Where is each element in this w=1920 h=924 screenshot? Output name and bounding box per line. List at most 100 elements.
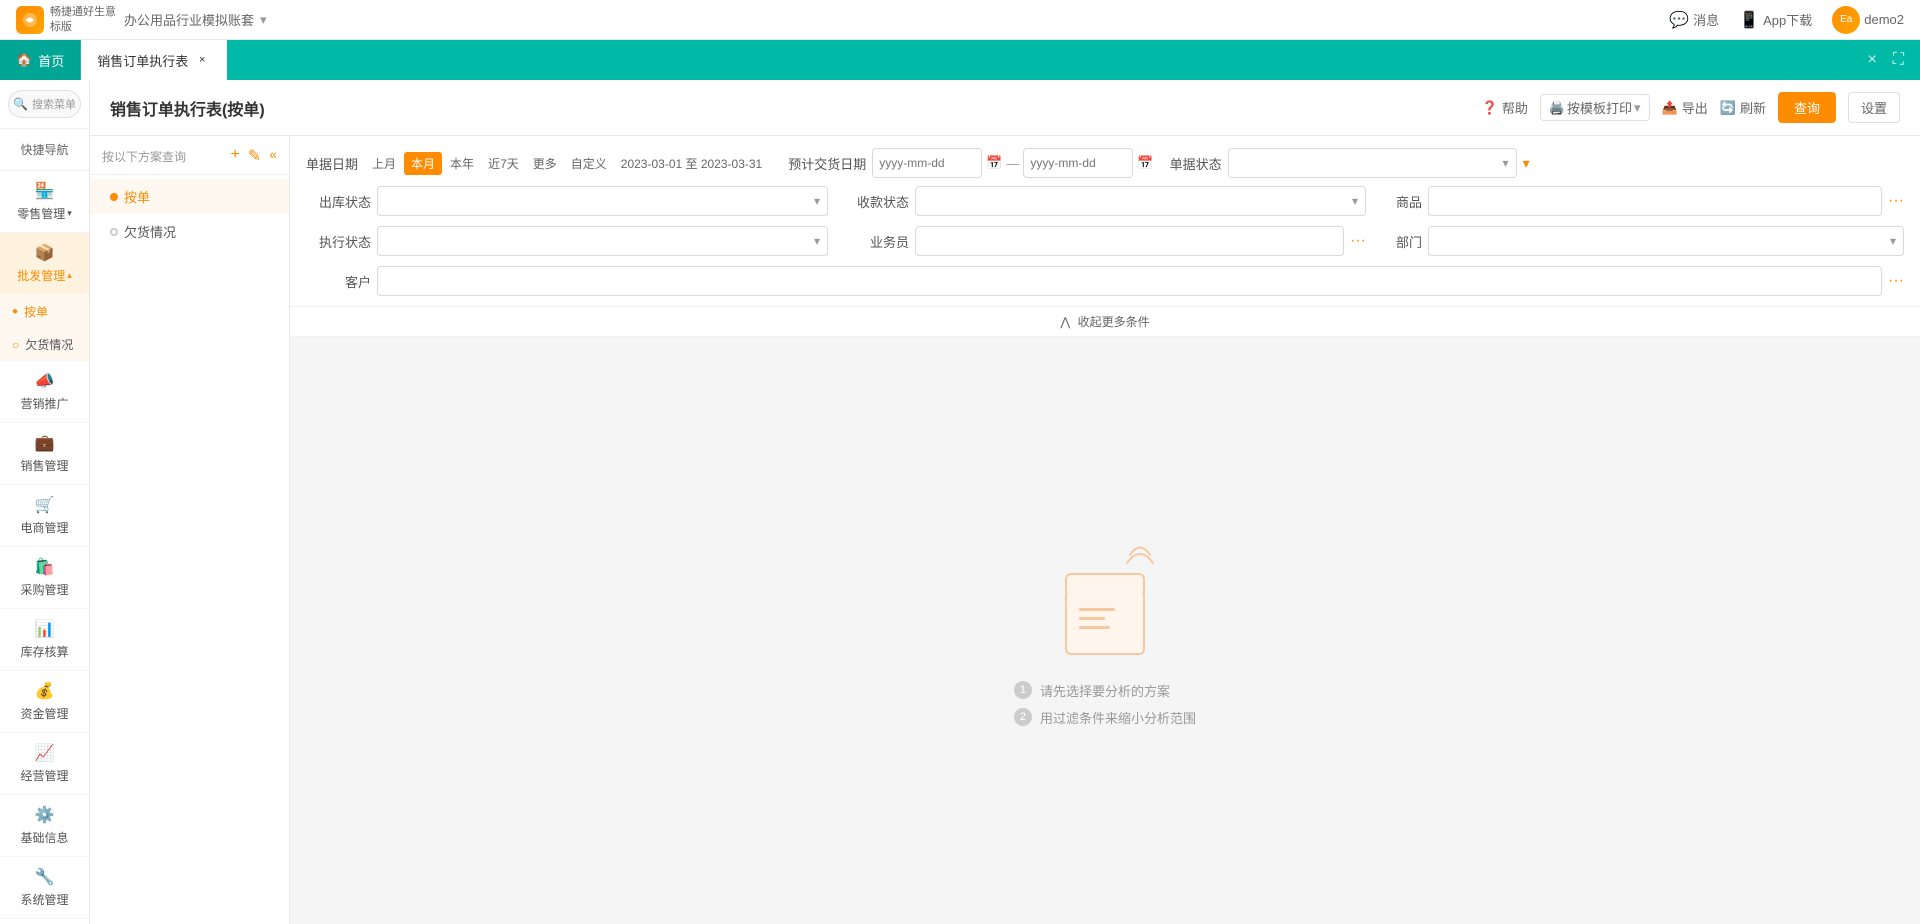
main-container: 🔍 搜索菜单 快捷导航 🏪 零售管理 ▾ 📦 批发管理 ▴ ● 按 — [0, 80, 1920, 924]
main-content: 按以下方案查询 + ✎ « 按单 欠货情况 — [90, 136, 1920, 924]
download-icon: 📱 — [1739, 10, 1759, 30]
exec-status-group: 执行状态 — [306, 226, 828, 256]
out-stock-select[interactable] — [377, 186, 828, 216]
export-button[interactable]: 📤 导出 — [1662, 98, 1708, 117]
tab-bar: 🏠 首页 销售订单执行表 × × ⛶ — [0, 40, 1920, 80]
delivery-date-calendar-from[interactable]: 📅 — [986, 155, 1002, 171]
order-bullet: ● — [12, 306, 18, 317]
delivery-date-to[interactable] — [1023, 148, 1133, 178]
sidebar-item-retail[interactable]: 🏪 零售管理 ▾ — [0, 171, 89, 233]
doc-status-label: 单据状态 — [1170, 154, 1222, 173]
scheme-edit-button[interactable]: ✎ — [248, 146, 261, 166]
window-maximize-button[interactable]: ⛶ — [1889, 47, 1908, 73]
staff-dots-button[interactable]: ··· — [1350, 232, 1366, 250]
basic-icon: ⚙️ — [35, 805, 55, 825]
date-tab-7days[interactable]: 近7天 — [482, 152, 525, 175]
sidebar-item-wholesale[interactable]: 📦 批发管理 ▴ — [0, 233, 89, 295]
message-button[interactable]: 💬 消息 — [1669, 10, 1719, 30]
exec-select-wrapper — [377, 226, 828, 256]
dept-label: 部门 — [1382, 232, 1422, 251]
quick-nav-label[interactable]: 快捷导航 — [0, 137, 89, 162]
delivery-date-from[interactable] — [872, 148, 982, 178]
customer-dots-button[interactable]: ··· — [1888, 272, 1904, 290]
goods-dots-button[interactable]: ··· — [1888, 192, 1904, 210]
breadcrumb[interactable]: 办公用品行业模拟账套 ▾ — [124, 10, 267, 29]
home-icon: 🏠 — [16, 52, 32, 68]
staff-input[interactable] — [915, 226, 1344, 256]
marketing-icon: 📣 — [35, 371, 55, 391]
content-area: 销售订单执行表(按单) ❓ 帮助 🖨️ 按模板打印 ▾ 📤 导出 🔄 刷新 — [90, 80, 1920, 924]
sidebar-item-marketing[interactable]: 📣 营销推广 — [0, 361, 89, 423]
receipt-select[interactable] — [915, 186, 1366, 216]
message-icon: 💬 — [1669, 10, 1689, 30]
ecommerce-icon: 🛒 — [35, 495, 55, 515]
dept-select[interactable] — [1428, 226, 1904, 256]
doc-status-select[interactable] — [1228, 148, 1517, 178]
empty-state: 1 请先选择要分析的方案 2 用过滤条件来缩小分析范围 — [290, 337, 1920, 924]
date-tab-more[interactable]: 更多 — [527, 152, 563, 175]
sidebar-item-ecommerce[interactable]: 🛒 电商管理 — [0, 485, 89, 547]
date-filter-group: 单据日期 上月 本月 本年 近7天 更多 自定义 2023-03-01 至 20… — [306, 152, 762, 175]
app-logo-icon — [16, 6, 44, 34]
print-icon: 🖨️ — [1549, 100, 1565, 116]
purchase-icon: 🛍️ — [35, 557, 55, 577]
scheme-item-order[interactable]: 按单 — [90, 179, 289, 214]
sidebar-item-enterprise[interactable]: 🏢 企业协同 — [0, 919, 89, 924]
date-tab-this-month[interactable]: 本月 — [404, 152, 442, 175]
scrollable-content: 1 请先选择要分析的方案 2 用过滤条件来缩小分析范围 — [290, 337, 1920, 924]
customer-input[interactable] — [377, 266, 1882, 296]
tab-close-button[interactable]: × — [194, 52, 210, 68]
help-button[interactable]: ❓ 帮助 — [1482, 98, 1528, 117]
step1-num: 1 — [1014, 681, 1032, 699]
scheme-add-button[interactable]: + — [230, 146, 239, 166]
sidebar-item-inventory[interactable]: 📊 库存核算 — [0, 609, 89, 671]
header-left: 畅捷通好生意 标版 办公用品行业模拟账套 ▾ — [16, 5, 267, 34]
sidebar-item-operation[interactable]: 📈 经营管理 — [0, 733, 89, 795]
goods-input[interactable] — [1428, 186, 1882, 216]
sidebar-sub-item-order[interactable]: ● 按单 — [0, 295, 89, 328]
collapse-filters-button[interactable]: ⋀ 收起更多条件 — [290, 306, 1920, 336]
delivery-date-calendar-to[interactable]: 📅 — [1137, 155, 1153, 171]
scheme-panel: 按以下方案查询 + ✎ « 按单 欠货情况 — [90, 136, 290, 924]
user-profile[interactable]: Ea demo2 — [1832, 6, 1904, 34]
wholesale-icon: 📦 — [35, 243, 55, 263]
sidebar-item-purchase[interactable]: 🛍️ 采购管理 — [0, 547, 89, 609]
refresh-icon: 🔄 — [1720, 100, 1736, 116]
empty-illustration — [1040, 535, 1170, 665]
empty-text-step1: 1 请先选择要分析的方案 — [1014, 681, 1170, 700]
sidebar: 🔍 搜索菜单 快捷导航 🏪 零售管理 ▾ 📦 批发管理 ▴ ● 按 — [0, 80, 90, 924]
date-tab-custom[interactable]: 自定义 — [565, 152, 613, 175]
breadcrumb-dropdown-icon[interactable]: ▾ — [260, 12, 267, 28]
scheme-panel-header: 按以下方案查询 + ✎ « — [90, 146, 289, 175]
tab-home[interactable]: 🏠 首页 — [0, 40, 81, 80]
retail-expand-arrow: ▾ — [67, 208, 72, 219]
sidebar-item-sales[interactable]: 💼 销售管理 — [0, 423, 89, 485]
tab-sales-order[interactable]: 销售订单执行表 × — [81, 40, 227, 80]
sidebar-item-system[interactable]: 🔧 系统管理 — [0, 857, 89, 919]
print-button[interactable]: 🖨️ 按模板打印 ▾ — [1540, 94, 1650, 121]
out-stock-select-wrapper — [377, 186, 828, 216]
date-tab-this-year[interactable]: 本年 — [444, 152, 480, 175]
out-stock-group: 出库状态 — [306, 186, 828, 216]
date-tab-group: 上月 本月 本年 近7天 更多 自定义 — [366, 152, 613, 175]
window-close-button[interactable]: × — [1863, 47, 1880, 73]
quick-nav-section: 快捷导航 — [0, 129, 89, 171]
scheme-item-debt[interactable]: 欠货情况 — [90, 214, 289, 249]
filter-row-1: 单据日期 上月 本月 本年 近7天 更多 自定义 2023-03-01 至 20… — [290, 136, 1920, 186]
sidebar-item-basic[interactable]: ⚙️ 基础信息 — [0, 795, 89, 857]
sidebar-item-finance[interactable]: 💰 资金管理 — [0, 671, 89, 733]
scheme-panel-title: 按以下方案查询 — [102, 148, 186, 165]
app-download-button[interactable]: 📱 App下载 — [1739, 10, 1812, 30]
query-button[interactable]: 查询 — [1778, 92, 1836, 123]
settings-button[interactable]: 设置 — [1848, 92, 1900, 123]
page-actions: ❓ 帮助 🖨️ 按模板打印 ▾ 📤 导出 🔄 刷新 查询 设置 — [1482, 92, 1900, 135]
system-icon: 🔧 — [35, 867, 55, 887]
doc-status-dropdown-icon[interactable]: ▾ — [1523, 155, 1530, 172]
date-tab-last-month[interactable]: 上月 — [366, 152, 402, 175]
page-title: 销售订单执行表(按单) — [110, 96, 265, 132]
search-menu-button[interactable]: 🔍 搜索菜单 — [8, 90, 81, 118]
sidebar-sub-item-debt[interactable]: ○ 欠货情况 — [0, 328, 89, 361]
exec-select[interactable] — [377, 226, 828, 256]
refresh-button[interactable]: 🔄 刷新 — [1720, 98, 1766, 117]
scheme-collapse-button[interactable]: « — [269, 146, 277, 166]
